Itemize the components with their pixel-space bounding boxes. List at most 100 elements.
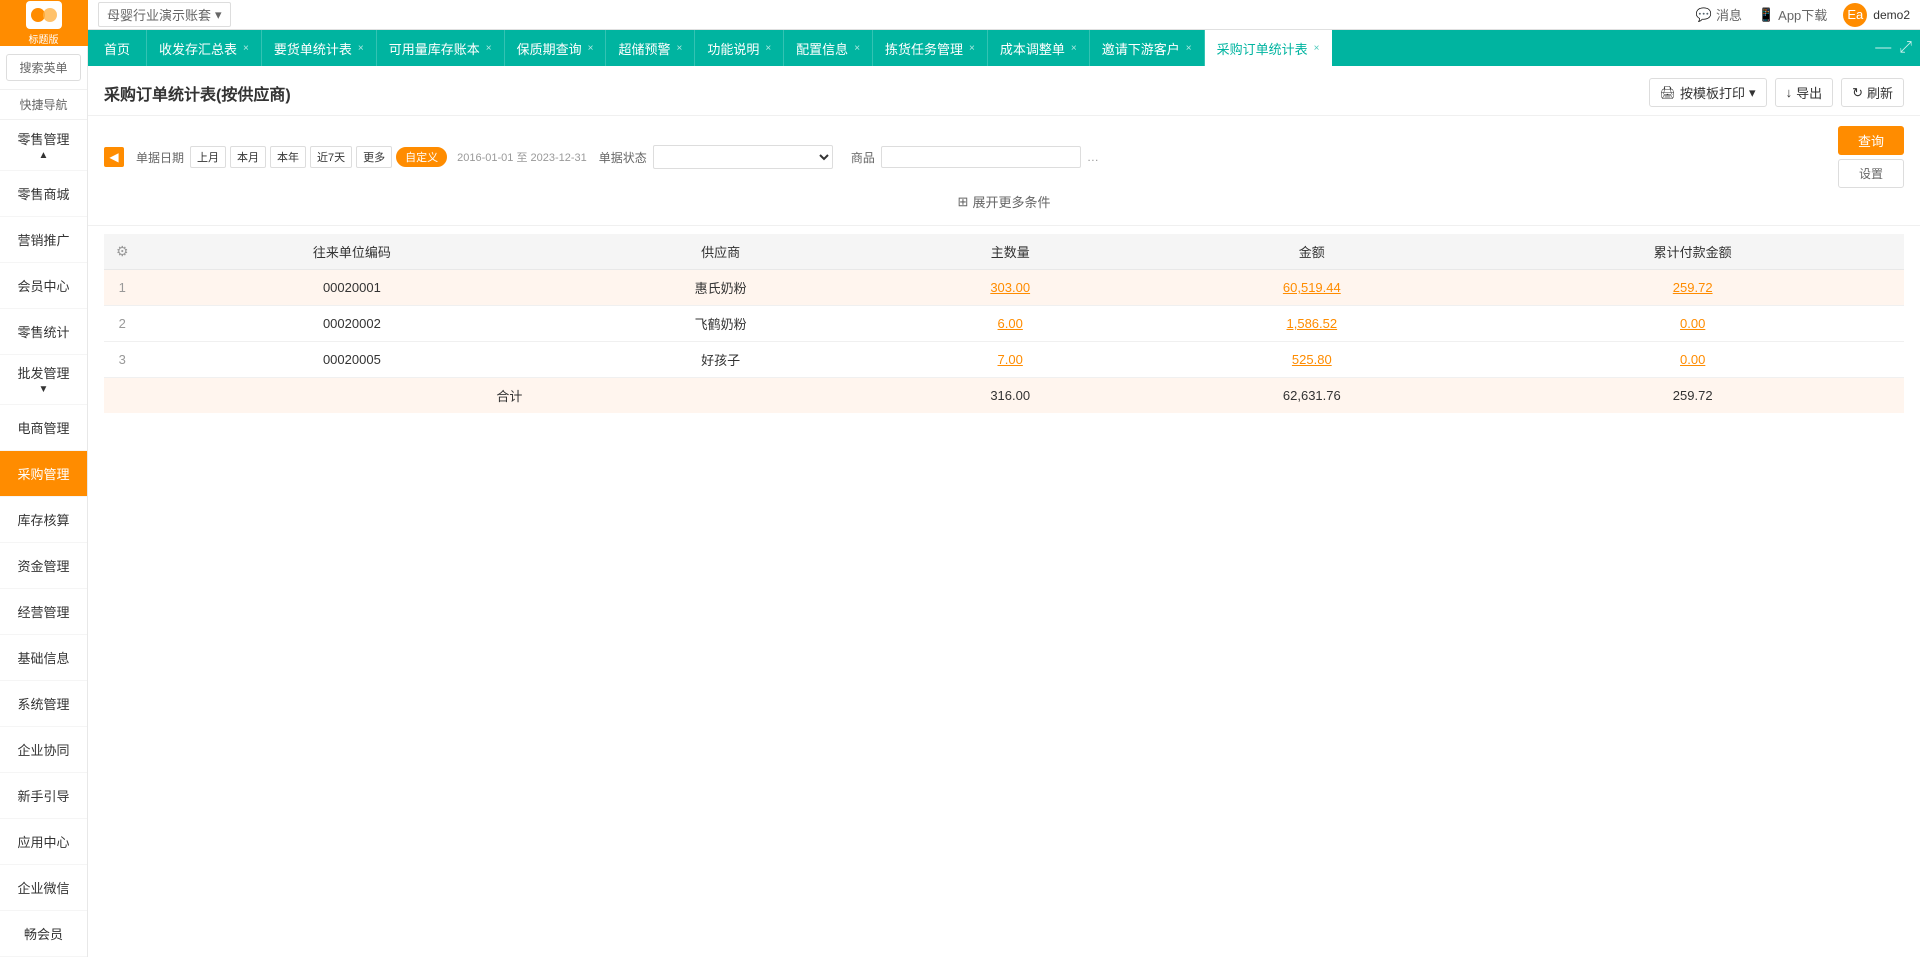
row-2-main-qty-link[interactable]: 6.00 <box>998 316 1023 331</box>
sidebar-item-finance[interactable]: 资金管理 <box>0 543 87 589</box>
tab-expiry-query-close[interactable]: × <box>588 43 594 54</box>
tab-requisition-summary[interactable]: 要货单统计表 × <box>262 30 377 66</box>
app-download-btn[interactable]: 📱 App下载 <box>1758 5 1827 24</box>
row-1-amount-link[interactable]: 60,519.44 <box>1283 280 1341 295</box>
tab-cost-adjust[interactable]: 成本调整单 × <box>988 30 1090 66</box>
sidebar-item-changhui[interactable]: 畅会员 <box>0 911 87 957</box>
tab-purchase-order-summary[interactable]: 采购订单统计表 × <box>1205 30 1333 66</box>
tab-config-info-close[interactable]: × <box>854 43 860 54</box>
maximize-icon[interactable]: ⤢ <box>1899 39 1912 57</box>
tab-picking-task-close[interactable]: × <box>969 43 975 54</box>
column-settings-icon[interactable]: ⚙ <box>116 243 129 259</box>
tab-collection-summary-close[interactable]: × <box>243 43 249 54</box>
tab-function-desc-close[interactable]: × <box>765 43 771 54</box>
print-button[interactable]: 🖨 按模板打印 ▾ <box>1649 78 1767 107</box>
tab-purchase-order-summary-close[interactable]: × <box>1314 43 1320 54</box>
settings-button[interactable]: 设置 <box>1838 159 1904 188</box>
sidebar-item-marketing-label: 营销推广 <box>17 230 69 249</box>
date-btn-this-year[interactable]: 本年 <box>270 146 306 168</box>
sidebar-item-app-center[interactable]: 应用中心 <box>0 819 87 865</box>
message-btn[interactable]: 💬 消息 <box>1696 5 1742 24</box>
sidebar-item-operations[interactable]: 经营管理 <box>0 589 87 635</box>
sidebar-item-retail-mall[interactable]: 零售商城 <box>0 171 87 217</box>
date-btn-7days[interactable]: 近7天 <box>310 146 352 168</box>
sidebar: 标题版 搜索英单 快捷导航 零售管理 ▲ 零售商城 营销推广 会员中心 零售统计… <box>0 0 88 957</box>
footer-main-qty: 316.00 <box>878 378 1142 414</box>
date-btn-this-month[interactable]: 本月 <box>230 146 266 168</box>
row-3-amount-link[interactable]: 525.80 <box>1292 352 1332 367</box>
table-header: ⚙ 往来单位编码 供应商 主数量 金额 <box>104 234 1904 270</box>
sidebar-item-new-guide[interactable]: 新手引导 <box>0 773 87 819</box>
refresh-button[interactable]: ↻ 刷新 <box>1841 78 1904 107</box>
tab-cost-adjust-close[interactable]: × <box>1071 43 1077 54</box>
tab-requisition-summary-close[interactable]: × <box>358 43 364 54</box>
sidebar-item-wholesale-mgmt[interactable]: 批发管理 ▼ <box>0 355 87 405</box>
export-icon: ↓ <box>1786 85 1793 100</box>
sidebar-item-system-mgmt-label: 系统管理 <box>17 694 69 713</box>
tab-available-inventory[interactable]: 可用量库存账本 × <box>377 30 505 66</box>
row-1-main-qty: 303.00 <box>878 270 1142 306</box>
sidebar-item-purchase-mgmt[interactable]: 采购管理 <box>0 451 87 497</box>
goods-input[interactable] <box>881 146 1081 168</box>
sidebar-logo[interactable]: 标题版 <box>0 0 88 46</box>
date-btn-custom[interactable]: 自定义 <box>396 147 447 167</box>
print-icon: 🖨 <box>1660 85 1677 101</box>
expand-filter-btn[interactable]: ⊞ 展开更多条件 <box>958 192 1051 211</box>
row-3-main-qty-link[interactable]: 7.00 <box>998 352 1023 367</box>
tab-config-info[interactable]: 配置信息 × <box>784 30 873 66</box>
export-button[interactable]: ↓ 导出 <box>1775 78 1834 107</box>
sidebar-item-ecommerce[interactable]: 电商管理 <box>0 405 87 451</box>
tab-collection-summary[interactable]: 收发存汇总表 × <box>147 30 262 66</box>
row-1-main-qty-link[interactable]: 303.00 <box>990 280 1030 295</box>
row-1-cumulative-payment-link[interactable]: 259.72 <box>1673 280 1713 295</box>
quick-nav-label[interactable]: 快捷导航 <box>0 90 87 120</box>
sidebar-item-retail-mgmt[interactable]: 零售管理 ▲ <box>0 120 87 170</box>
tab-cost-adjust-label: 成本调整单 <box>1000 39 1065 58</box>
tab-function-desc[interactable]: 功能说明 × <box>695 30 784 66</box>
data-table: ⚙ 往来单位编码 供应商 主数量 金额 <box>104 234 1904 413</box>
status-filter: 单据状态 <box>599 145 839 169</box>
tab-overstock-alert[interactable]: 超储预警 × <box>606 30 695 66</box>
tab-config-info-label: 配置信息 <box>796 39 848 58</box>
tab-invite-downstream-close[interactable]: × <box>1186 43 1192 54</box>
search-button[interactable]: 查询 <box>1838 126 1904 155</box>
search-menu-button[interactable]: 搜索英单 <box>6 54 81 81</box>
row-3-cumulative-payment-link[interactable]: 0.00 <box>1680 352 1705 367</box>
sidebar-item-inventory[interactable]: 库存核算 <box>0 497 87 543</box>
table-row: 2 00020002 飞鹤奶粉 6.00 1,586.52 <box>104 306 1904 342</box>
tab-picking-task[interactable]: 拣货任务管理 × <box>873 30 988 66</box>
date-filter-label: 单据日期 <box>136 149 184 166</box>
sidebar-search-section: 搜索英单 <box>0 46 87 90</box>
sidebar-item-basic-info[interactable]: 基础信息 <box>0 635 87 681</box>
user-name: demo2 <box>1873 8 1910 22</box>
filter-toggle-btn[interactable]: ◀ <box>104 147 124 167</box>
row-3-amount: 525.80 <box>1142 342 1481 378</box>
refresh-icon: ↻ <box>1852 85 1863 101</box>
tab-expiry-query[interactable]: 保质期查询 × <box>505 30 607 66</box>
row-2-amount-link[interactable]: 1,586.52 <box>1287 316 1338 331</box>
sidebar-item-marketing[interactable]: 营销推广 <box>0 217 87 263</box>
status-select[interactable] <box>653 145 833 169</box>
tab-available-inventory-close[interactable]: × <box>486 43 492 54</box>
sidebar-item-basic-info-label: 基础信息 <box>17 648 69 667</box>
tab-invite-downstream[interactable]: 邀请下游客户 × <box>1090 30 1205 66</box>
sidebar-item-system-mgmt[interactable]: 系统管理 <box>0 681 87 727</box>
user-profile[interactable]: Ea demo2 <box>1843 3 1910 27</box>
tab-home[interactable]: 首页 <box>88 30 147 66</box>
goods-more-btn[interactable]: … <box>1087 150 1099 164</box>
minimize-icon[interactable]: — <box>1875 39 1891 57</box>
date-btn-last-month[interactable]: 上月 <box>190 146 226 168</box>
row-3-main-qty: 7.00 <box>878 342 1142 378</box>
tab-home-label: 首页 <box>104 39 130 58</box>
app-icon: 📱 <box>1758 7 1774 23</box>
row-2-cumulative-payment-link[interactable]: 0.00 <box>1680 316 1705 331</box>
topbar: 母婴行业演示账套 ▾ 💬 消息 📱 App下载 Ea demo2 <box>88 0 1920 30</box>
tab-overstock-alert-close[interactable]: × <box>676 43 682 54</box>
sidebar-item-retail-stats[interactable]: 零售统计 <box>0 309 87 355</box>
account-dropdown[interactable]: 母婴行业演示账套 ▾ <box>98 2 231 27</box>
date-btn-more[interactable]: 更多 <box>356 146 392 168</box>
sidebar-item-enterprise-wx[interactable]: 企业微信 <box>0 865 87 911</box>
sidebar-item-member[interactable]: 会员中心 <box>0 263 87 309</box>
tabbar: 首页 收发存汇总表 × 要货单统计表 × 可用量库存账本 × 保质期查询 × 超… <box>88 30 1920 66</box>
sidebar-item-enterprise[interactable]: 企业协同 <box>0 727 87 773</box>
